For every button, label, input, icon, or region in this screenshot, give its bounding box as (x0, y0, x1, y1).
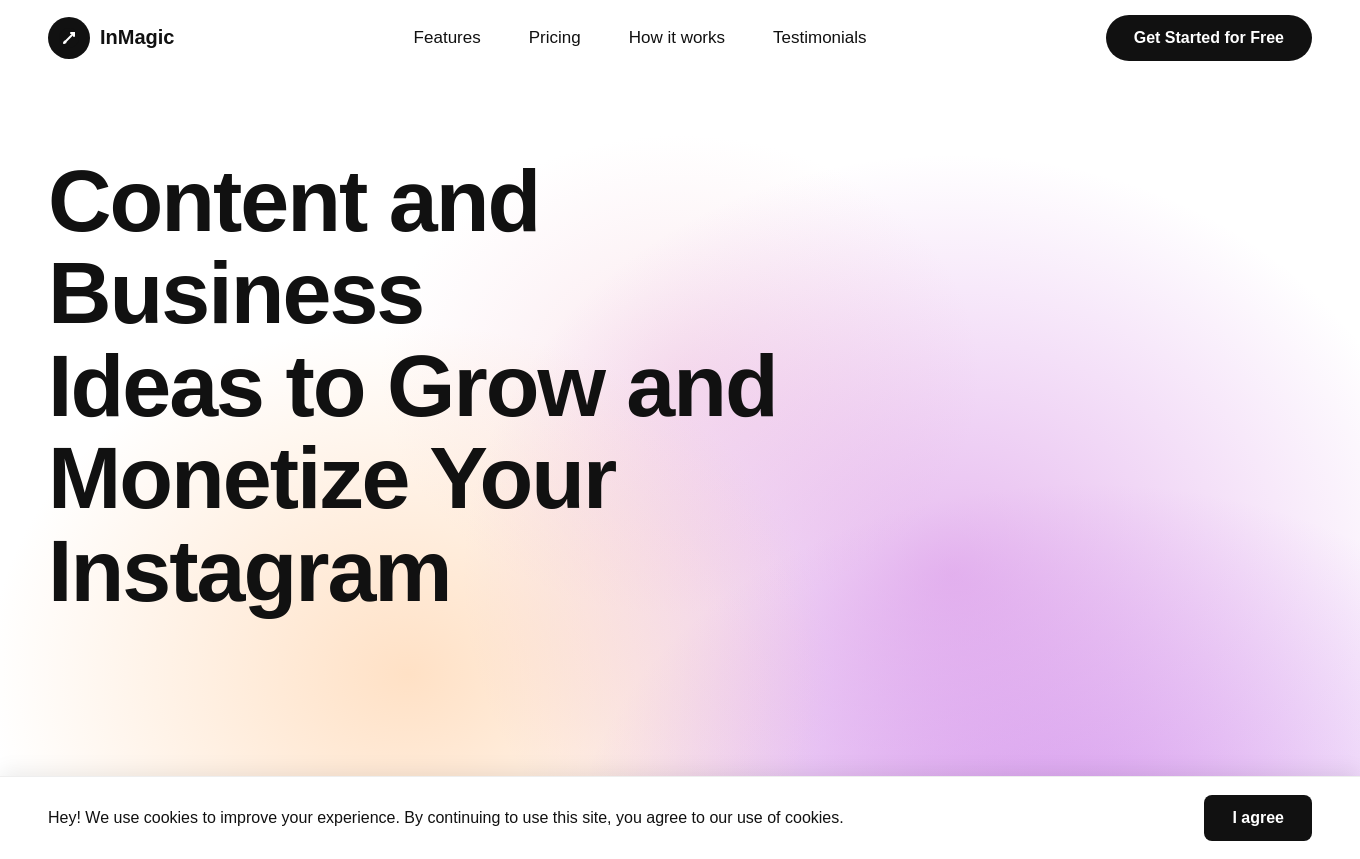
nav-pricing[interactable]: Pricing (529, 28, 581, 47)
cookie-banner: Hey! We use cookies to improve your expe… (0, 776, 1360, 859)
hero-heading-line2: Ideas to Grow and (48, 336, 777, 435)
hero-content: Content and Business Ideas to Grow and M… (0, 75, 1360, 859)
logo-icon (48, 17, 90, 59)
nav-features[interactable]: Features (414, 28, 481, 47)
nav-how-it-works[interactable]: How it works (629, 28, 725, 47)
nav-links: Features Pricing How it works Testimonia… (414, 28, 867, 48)
nav-cta-button[interactable]: Get Started for Free (1106, 15, 1312, 61)
hero-heading: Content and Business Ideas to Grow and M… (48, 155, 918, 617)
logo-link[interactable]: InMagic (48, 17, 174, 59)
hero-heading-line3: Monetize Your Instagram (48, 428, 615, 619)
nav-testimonials[interactable]: Testimonials (773, 28, 867, 47)
navbar: InMagic Features Pricing How it works Te… (0, 0, 1360, 75)
brand-name: InMagic (100, 26, 174, 49)
svg-point-4 (64, 40, 67, 43)
hero-heading-line1: Content and Business (48, 151, 539, 342)
cookie-agree-button[interactable]: I agree (1204, 795, 1312, 841)
logo-svg (57, 26, 81, 50)
cookie-message: Hey! We use cookies to improve your expe… (48, 809, 1172, 827)
hero-section: Content and Business Ideas to Grow and M… (0, 75, 1360, 859)
